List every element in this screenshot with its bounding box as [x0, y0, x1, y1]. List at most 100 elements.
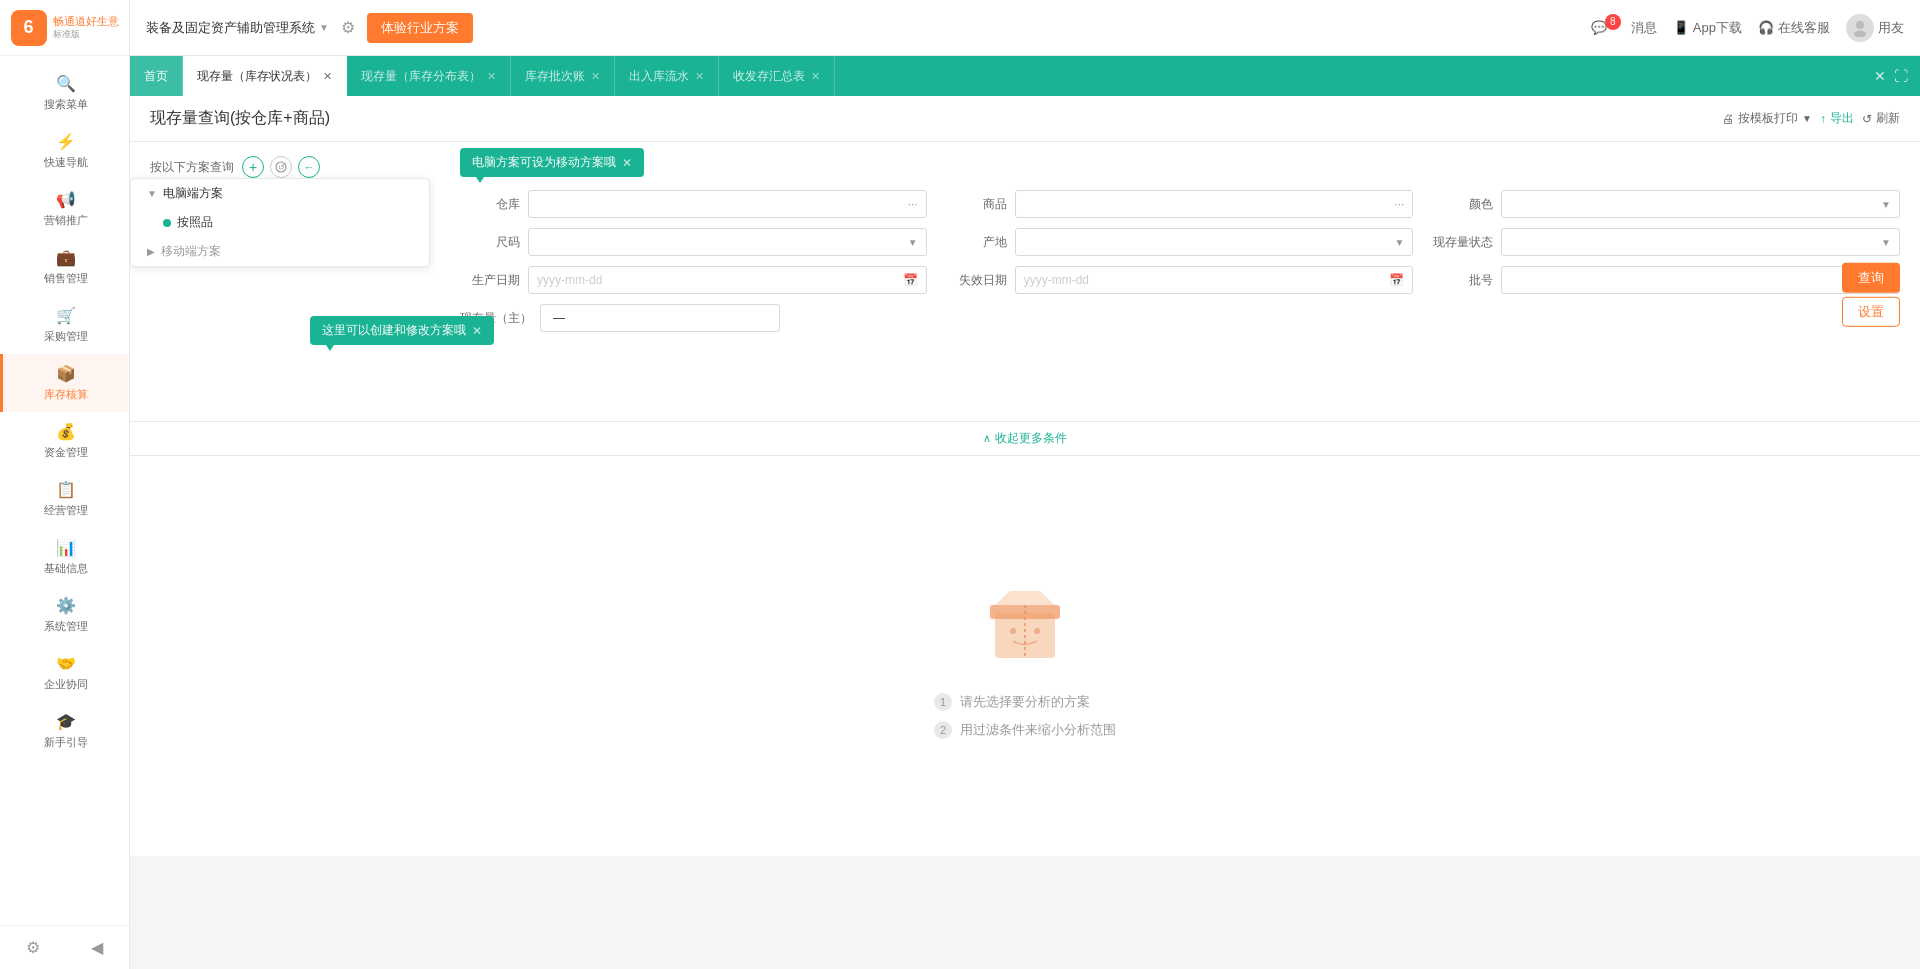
tab-recv-summary-close[interactable]: ✕ — [811, 70, 820, 83]
stock-status-label: 现存量状态 — [1433, 234, 1493, 251]
handshake-icon: 🤝 — [56, 654, 76, 673]
filter-row-produce-date: 生产日期 yyyy-mm-dd 📅 — [460, 266, 927, 294]
collapse-bar[interactable]: ∧ 收起更多条件 — [130, 422, 1920, 456]
filter-arrow-btn[interactable]: ← — [298, 156, 320, 178]
user-area[interactable]: 用友 — [1846, 14, 1904, 42]
sidebar-item-finance[interactable]: 💰 资金管理 — [0, 412, 129, 470]
tab-recv-summary[interactable]: 收发存汇总表 ✕ — [719, 56, 835, 96]
tab-home[interactable]: 首页 — [130, 56, 183, 96]
sidebar-item-quick[interactable]: ⚡ 快速导航 — [0, 122, 129, 180]
system-selector[interactable]: 装备及固定资产辅助管理系统 ▼ — [146, 19, 329, 37]
tab-inventory-dist-close[interactable]: ✕ — [487, 70, 496, 83]
sidebar-item-search[interactable]: 🔍 搜索菜单 — [0, 64, 129, 122]
sidebar-item-basic[interactable]: 📊 基础信息 — [0, 528, 129, 586]
system-name: 装备及固定资产辅助管理系统 — [146, 19, 315, 37]
search-btn[interactable]: 查询 — [1842, 262, 1900, 292]
scheme-tree-pc-child[interactable]: 按照品 — [131, 208, 429, 237]
sidebar: 6 畅通道好生意 标准版 🔍 搜索菜单 ⚡ 快速导航 📢 营销推广 💼 销售管理… — [0, 0, 130, 969]
content-header: 现存量查询(按仓库+商品) 🖨 按模板打印 ▼ ↑ 导出 ↺ 刷新 — [130, 96, 1920, 142]
sidebar-item-label: 搜索菜单 — [44, 97, 88, 112]
reset-btn[interactable]: 设置 — [1842, 296, 1900, 326]
tab-close-all-icon[interactable]: ✕ — [1874, 68, 1886, 84]
industry-btn[interactable]: 体验行业方案 — [367, 13, 473, 43]
empty-hint-1-text: 请先选择要分析的方案 — [960, 693, 1090, 711]
sidebar-item-label: 新手引导 — [44, 735, 88, 750]
stock-status-select[interactable]: ▼ — [1501, 228, 1900, 256]
chevron-down-icon: ▼ — [1802, 113, 1812, 124]
clipboard-icon: 📋 — [56, 480, 76, 499]
goods-label: 商品 — [947, 196, 1007, 213]
origin-chevron: ▼ — [1394, 237, 1404, 248]
settings-icon[interactable]: ⚙ — [341, 18, 355, 37]
tooltip-scheme-close[interactable]: ✕ — [622, 156, 632, 170]
tab-batch-ledger-close[interactable]: ✕ — [591, 70, 600, 83]
tab-inventory-status-close[interactable]: ✕ — [323, 70, 332, 83]
empty-hint-2: 2 用过滤条件来缩小分析范围 — [934, 721, 1116, 739]
filter-row-warehouse: 仓库 ··· — [460, 190, 927, 218]
refresh-btn[interactable]: ↺ 刷新 — [1862, 110, 1900, 127]
tab-batch-ledger[interactable]: 库存批次账 ✕ — [511, 56, 615, 96]
sidebar-item-marketing[interactable]: 📢 营销推广 — [0, 180, 129, 238]
scheme-tree-mobile[interactable]: ▶ 移动端方案 — [131, 237, 429, 266]
header-left: 装备及固定资产辅助管理系统 ▼ ⚙ 体验行业方案 — [146, 13, 473, 43]
filter-area: 按以下方案查询 + ↺ ← 电脑方案可设为移动方案哦 ✕ — [130, 142, 1920, 422]
tab-maximize-icon[interactable]: ⛶ — [1894, 68, 1908, 84]
sidebar-item-label: 经营管理 — [44, 503, 88, 518]
sidebar-item-enterprise[interactable]: 🤝 企业协同 — [0, 644, 129, 702]
step2-circle: 2 — [934, 721, 952, 739]
tab-inventory-status[interactable]: 现存量（库存状况表） ✕ — [183, 56, 347, 96]
expire-date-input[interactable]: yyyy-mm-dd 📅 — [1015, 266, 1414, 294]
filter-grid-1: 仓库 ··· 商品 ··· 颜色 — [460, 190, 1900, 294]
stock-qty-dash: — — [553, 311, 565, 325]
warehouse-select[interactable]: ··· — [528, 190, 927, 218]
collapse-icon[interactable]: ◀ — [91, 938, 103, 957]
settings-bottom-icon[interactable]: ⚙ — [26, 938, 40, 957]
export-label: 导出 — [1830, 110, 1854, 127]
tab-inventory-dist[interactable]: 现存量（库存分布表） ✕ — [347, 56, 511, 96]
origin-select[interactable]: ▼ — [1015, 228, 1414, 256]
tab-inout-flow-close[interactable]: ✕ — [695, 70, 704, 83]
svg-point-7 — [1010, 628, 1016, 634]
sidebar-item-operation[interactable]: 📋 经营管理 — [0, 470, 129, 528]
main-content: 现存量查询(按仓库+商品) 🖨 按模板打印 ▼ ↑ 导出 ↺ 刷新 按以下方案查… — [130, 96, 1920, 969]
tab-inout-flow-label: 出入库流水 — [629, 68, 689, 85]
goods-select[interactable]: ··· — [1015, 190, 1414, 218]
filter-add-btn[interactable]: + — [242, 156, 264, 178]
template-print-btn[interactable]: 🖨 按模板打印 ▼ — [1722, 110, 1812, 127]
batch-input[interactable] — [1501, 266, 1900, 294]
chart-icon: 📊 — [56, 538, 76, 557]
sidebar-item-guide[interactable]: 🎓 新手引导 — [0, 702, 129, 760]
size-chevron: ▼ — [908, 237, 918, 248]
sidebar-nav: 🔍 搜索菜单 ⚡ 快速导航 📢 营销推广 💼 销售管理 🛒 采购管理 📦 库存核… — [0, 56, 129, 925]
export-btn[interactable]: ↑ 导出 — [1820, 110, 1854, 127]
username: 用友 — [1878, 19, 1904, 37]
filter-row-goods: 商品 ··· — [947, 190, 1414, 218]
header-right: 💬 8 消息 📱 App下载 🎧 在线客服 用友 — [1591, 14, 1904, 42]
stock-qty-range[interactable]: — — [540, 304, 780, 332]
filter-edit-btn[interactable]: ↺ — [270, 156, 292, 178]
tab-inout-flow[interactable]: 出入库流水 ✕ — [615, 56, 719, 96]
size-select[interactable]: ▼ — [528, 228, 927, 256]
sidebar-item-sales[interactable]: 💼 销售管理 — [0, 238, 129, 296]
refresh-label: 刷新 — [1876, 110, 1900, 127]
search-icon: 🔍 — [56, 74, 76, 93]
expire-date-label: 失效日期 — [947, 272, 1007, 289]
sidebar-item-purchase[interactable]: 🛒 采购管理 — [0, 296, 129, 354]
collapse-label: 收起更多条件 — [995, 430, 1067, 447]
scheme-tree-pc[interactable]: ▼ 电脑端方案 — [131, 179, 429, 208]
produce-date-input[interactable]: yyyy-mm-dd 📅 — [528, 266, 927, 294]
step1-circle: 1 — [934, 693, 952, 711]
support-label: 在线客服 — [1778, 19, 1830, 37]
sidebar-item-label: 采购管理 — [44, 329, 88, 344]
online-support-btn[interactable]: 🎧 在线客服 — [1758, 19, 1830, 37]
color-select[interactable]: ▼ — [1501, 190, 1900, 218]
filter-row-batch: 批号 — [1433, 266, 1900, 294]
tooltip-create-close[interactable]: ✕ — [472, 324, 482, 338]
sidebar-item-system[interactable]: ⚙️ 系统管理 — [0, 586, 129, 644]
app-download-btn[interactable]: 📱 App下载 — [1673, 19, 1742, 37]
filter-actions: + ↺ ← — [242, 156, 320, 178]
sidebar-item-inventory[interactable]: 📦 库存核算 — [0, 354, 129, 412]
headset-icon: 🎧 — [1758, 20, 1774, 35]
message-badge: 8 — [1605, 14, 1621, 30]
message-btn[interactable]: 💬 8 消息 — [1591, 19, 1657, 37]
